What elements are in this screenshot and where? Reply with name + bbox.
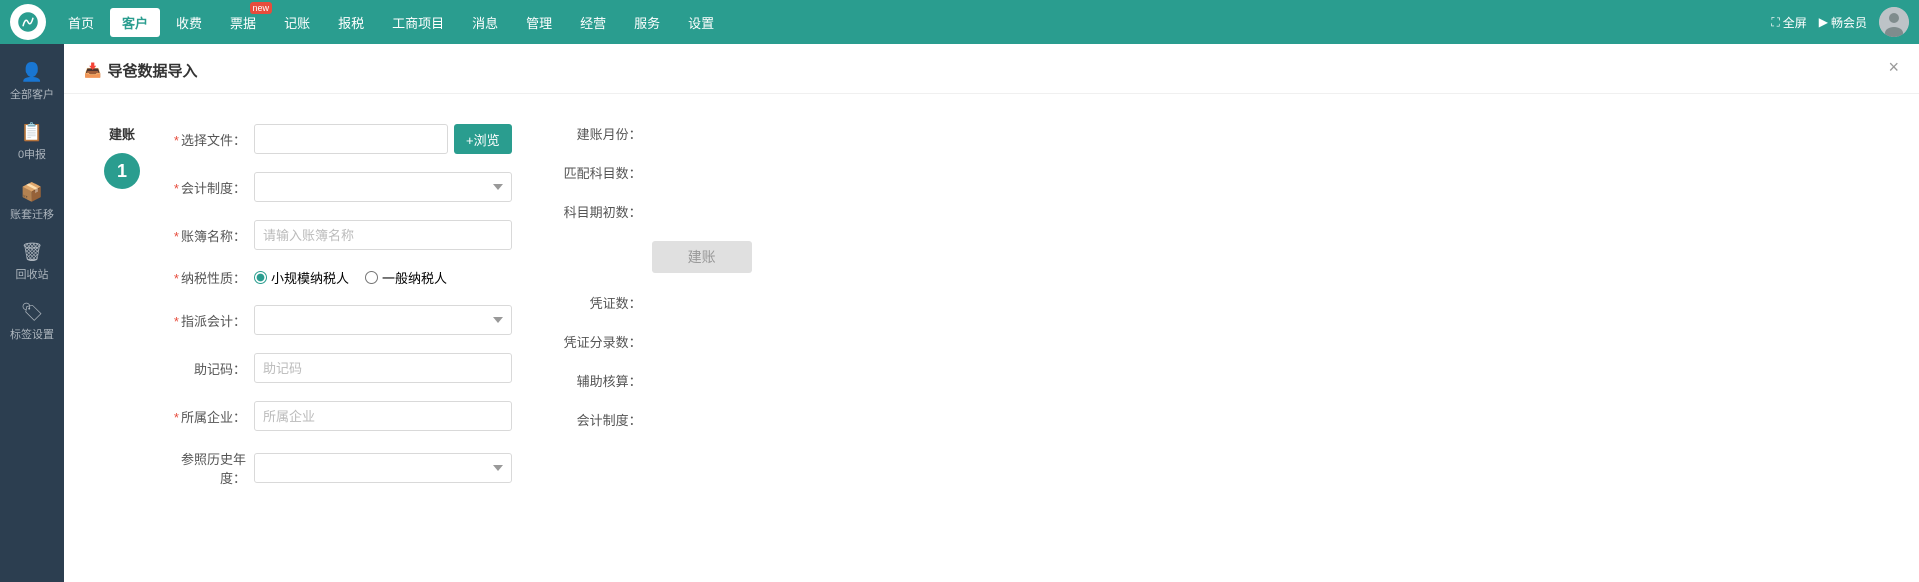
ledger-name-row: *账簿名称： <box>166 220 512 250</box>
browse-button[interactable]: +浏览 <box>454 124 512 154</box>
nav-fee[interactable]: 收费 <box>164 8 214 37</box>
new-badge: new <box>250 2 273 14</box>
ledger-name-input[interactable] <box>254 220 512 250</box>
nav-bookkeeping[interactable]: 记账 <box>272 8 322 37</box>
nav-manage[interactable]: 管理 <box>514 8 564 37</box>
all-customers-icon: 👤 <box>21 62 43 83</box>
file-label: *选择文件： <box>166 130 246 149</box>
page-header: 📥 导爸数据导入 × <box>64 44 1919 94</box>
member-icon: ▶ <box>1819 15 1828 29</box>
import-icon: 📥 <box>84 62 101 79</box>
history-year-label: 参照历史年度： <box>166 449 246 487</box>
sidebar-item-recycle-bin[interactable]: 🗑 回收站 <box>2 234 62 290</box>
sidebar: 👤 全部客户 📋 0申报 📦 账套迁移 🗑 回收站 🏷 标签设置 <box>0 44 64 582</box>
step-badge: 1 <box>104 153 140 189</box>
sidebar-item-tag-settings[interactable]: 🏷 标签设置 <box>2 294 62 350</box>
company-row: *所属企业： <box>166 401 512 431</box>
nav-menu: 首页 客户 收费 票据 new 记账 报税 工商项目 消息 管理 经营 服务 设… <box>56 8 1771 37</box>
nav-settings[interactable]: 设置 <box>676 8 726 37</box>
voucher-count-label: 凭证数： <box>552 293 642 312</box>
subject-init-label: 科目期初数： <box>552 202 642 221</box>
tax-nature-label: *纳税性质： <box>166 268 246 287</box>
right-info-panel: 建账月份： 匹配科目数： 科目期初数： 建账 <box>552 124 832 505</box>
radio-small-scale[interactable]: 小规模纳税人 <box>254 268 349 287</box>
history-year-select[interactable] <box>254 453 512 483</box>
match-subject-row: 匹配科目数： <box>552 163 832 182</box>
nav-customer[interactable]: 客户 <box>110 8 160 37</box>
nav-business[interactable]: 工商项目 <box>380 8 456 37</box>
member-button[interactable]: ▶ 畅会员 <box>1819 14 1867 31</box>
sidebar-item-zero-declaration[interactable]: 📋 0申报 <box>2 114 62 170</box>
tag-settings-icon: 🏷 <box>21 302 44 323</box>
radio-general[interactable]: 一般纳税人 <box>365 268 447 287</box>
tax-nature-row: *纳税性质： 小规模纳税人 一般纳税人 <box>166 268 512 287</box>
nav-right-actions: ⛶ 全屏 ▶ 畅会员 <box>1771 7 1909 37</box>
import-panel: 📥 导爸数据导入 × 建账 1 <box>64 44 1919 582</box>
nav-service[interactable]: 服务 <box>622 8 672 37</box>
aux-account-label: 辅助核算： <box>552 371 642 390</box>
accountant-select[interactable] <box>254 305 512 335</box>
voucher-record-label: 凭证分录数： <box>552 332 642 351</box>
nav-tax[interactable]: 报税 <box>326 8 376 37</box>
fullscreen-icon: ⛶ <box>1771 15 1779 30</box>
file-row: *选择文件： +浏览 <box>166 124 512 154</box>
app-logo[interactable] <box>10 4 46 40</box>
memo-code-row: 助记码： <box>166 353 512 383</box>
voucher-count-row: 凭证数： <box>552 293 832 312</box>
nav-operation[interactable]: 经营 <box>568 8 618 37</box>
recycle-bin-icon: 🗑 <box>21 242 44 263</box>
subject-init-row: 科目期初数： <box>552 202 832 221</box>
account-migration-icon: 📦 <box>21 182 43 203</box>
aux-account-row: 辅助核算： <box>552 371 832 390</box>
accounting-row: *会计制度： <box>166 172 512 202</box>
left-form: *选择文件： +浏览 *会计制度： <box>166 124 512 505</box>
history-year-row: 参照历史年度： <box>166 449 512 487</box>
company-input[interactable] <box>254 401 512 431</box>
tax-nature-radio-group: 小规模纳税人 一般纳税人 <box>254 268 512 287</box>
nav-invoice[interactable]: 票据 new <box>218 8 268 37</box>
build-month-row: 建账月份： <box>552 124 832 143</box>
step-form-section: 建账 1 *选择文件： +浏览 <box>104 124 512 505</box>
page-title: 导爸数据导入 <box>107 60 197 81</box>
right-accounting-row: 会计制度： <box>552 410 832 429</box>
main-layout: 👤 全部客户 📋 0申报 📦 账套迁移 🗑 回收站 🏷 标签设置 📥 导爸数据导… <box>0 44 1919 582</box>
file-input[interactable] <box>254 124 448 154</box>
ledger-name-label: *账簿名称： <box>166 226 246 245</box>
accountant-row: *指派会计： <box>166 305 512 335</box>
memo-code-input[interactable] <box>254 353 512 383</box>
form-area: 建账 1 *选择文件： +浏览 <box>64 94 1919 525</box>
sidebar-item-account-migration[interactable]: 📦 账套迁移 <box>2 174 62 230</box>
company-label: *所属企业： <box>166 407 246 426</box>
right-accounting-label: 会计制度： <box>552 410 642 429</box>
main-content: 📥 导爸数据导入 × 建账 1 <box>64 44 1919 582</box>
accountant-label: *指派会计： <box>166 311 246 330</box>
sidebar-item-all-customers[interactable]: 👤 全部客户 <box>2 54 62 110</box>
user-avatar[interactable] <box>1879 7 1909 37</box>
zero-declaration-icon: 📋 <box>21 122 43 143</box>
build-btn-container: 建账 <box>552 241 832 273</box>
close-button[interactable]: × <box>1888 58 1899 76</box>
top-navigation: 首页 客户 收费 票据 new 记账 报税 工商项目 消息 管理 经营 服务 设… <box>0 0 1919 44</box>
match-subject-label: 匹配科目数： <box>552 163 642 182</box>
build-account-button[interactable]: 建账 <box>652 241 752 273</box>
build-month-label: 建账月份： <box>552 124 642 143</box>
step-section: 建账 1 <box>104 124 150 189</box>
fullscreen-button[interactable]: ⛶ 全屏 <box>1771 14 1806 31</box>
nav-home[interactable]: 首页 <box>56 8 106 37</box>
accounting-label: *会计制度： <box>166 178 246 197</box>
file-input-group: +浏览 <box>254 124 512 154</box>
memo-code-label: 助记码： <box>166 359 246 378</box>
voucher-record-row: 凭证分录数： <box>552 332 832 351</box>
nav-message[interactable]: 消息 <box>460 8 510 37</box>
accounting-select[interactable] <box>254 172 512 202</box>
